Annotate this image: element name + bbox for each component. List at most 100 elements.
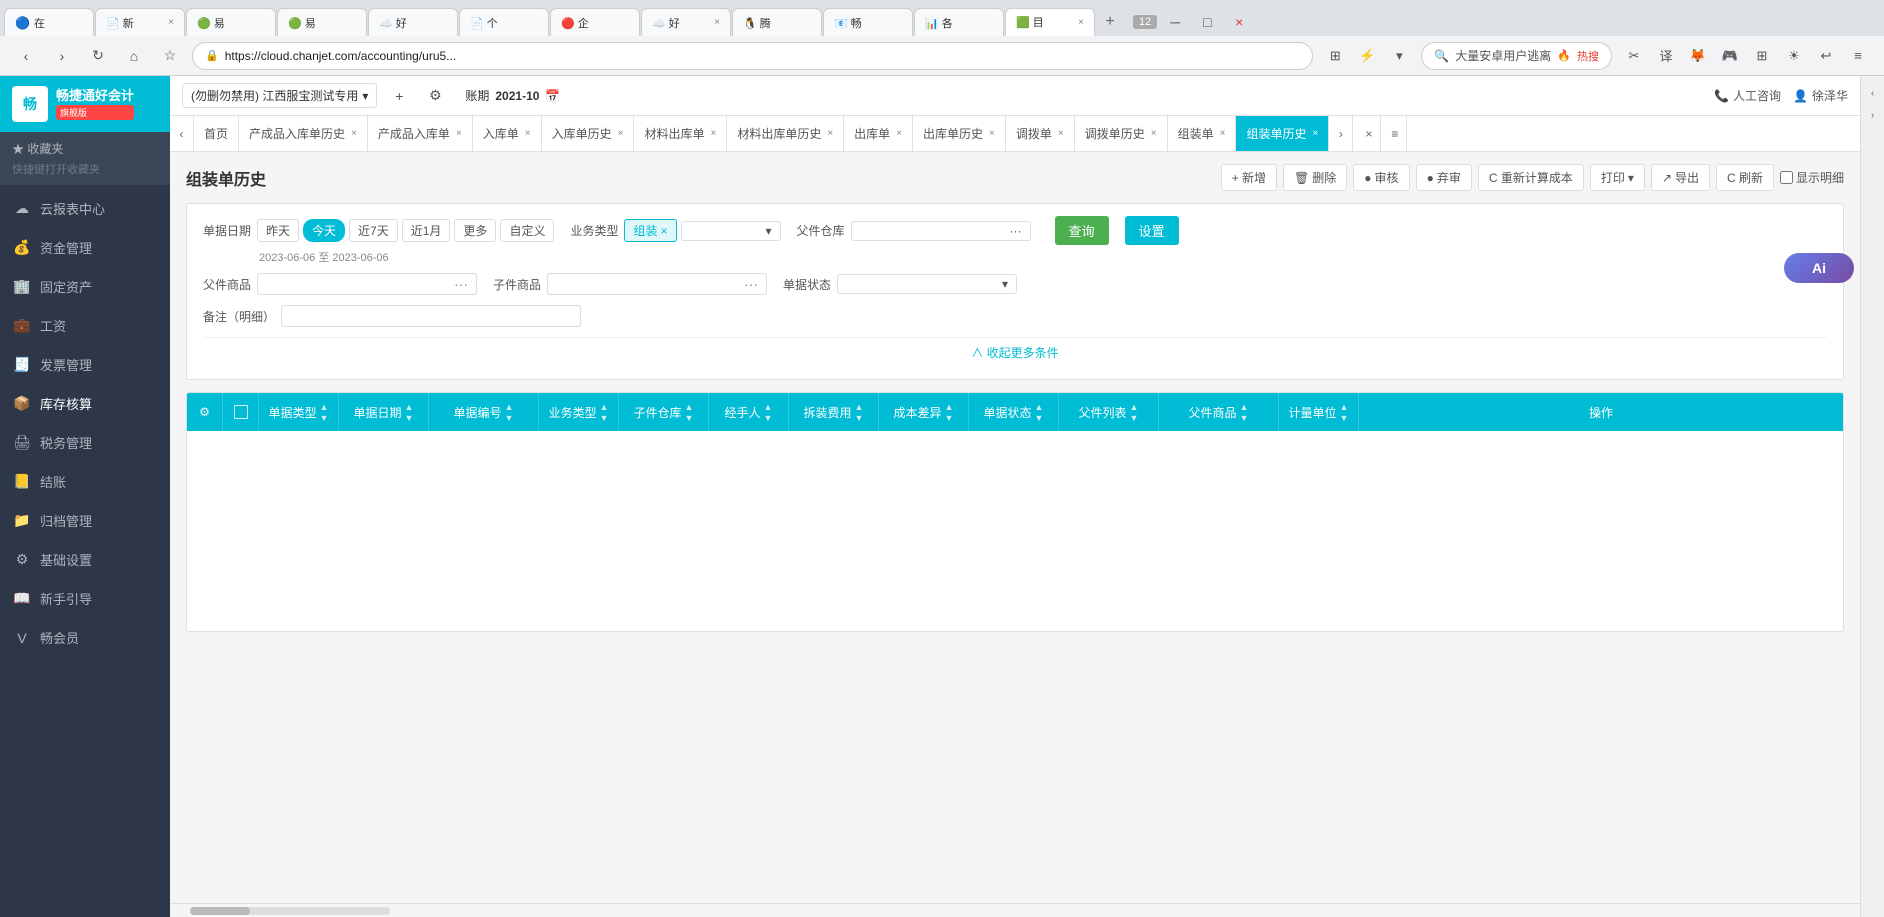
- search-box[interactable]: 🔍 大量安卓用户逃离 🔥 热搜: [1421, 42, 1612, 70]
- week-btn[interactable]: 近7天: [349, 219, 398, 242]
- mat-out-close[interactable]: ×: [710, 128, 716, 139]
- audit-button[interactable]: ● 审核: [1353, 164, 1409, 191]
- nav-tab-mat-out-hist[interactable]: 材料出库单历史 ×: [727, 116, 844, 152]
- emoji-icon[interactable]: 🦊: [1684, 42, 1712, 70]
- th-type[interactable]: 单据类型 ▲▼: [259, 393, 339, 431]
- apps-icon[interactable]: ⊞: [1748, 42, 1776, 70]
- nav-tab-out[interactable]: 出库单 ×: [844, 116, 913, 152]
- browser-tab-12[interactable]: 🟩 目 ×: [1005, 8, 1095, 36]
- browser-tab-10[interactable]: 📧 畅: [823, 8, 913, 36]
- nav-tab-in[interactable]: 入库单 ×: [473, 116, 542, 152]
- url-bar[interactable]: 🔒 https://cloud.chanjet.com/accounting/u…: [192, 42, 1313, 70]
- user-menu[interactable]: 👤 徐泽华: [1793, 87, 1848, 104]
- lightning-icon[interactable]: ⚡: [1353, 42, 1381, 70]
- browser-tab-7[interactable]: 🔴 企: [550, 8, 640, 36]
- prod-in-close[interactable]: ×: [456, 128, 462, 139]
- month-btn[interactable]: 近1月: [402, 219, 451, 242]
- nav-tab-assemble-hist[interactable]: 组装单历史 ×: [1236, 116, 1329, 152]
- sidebar-item-inventory[interactable]: 📦 库存核算: [0, 384, 170, 423]
- right-panel-btn-2[interactable]: ›: [1864, 106, 1882, 124]
- in-close[interactable]: ×: [525, 128, 531, 139]
- calendar-icon[interactable]: 📅: [545, 89, 560, 103]
- browser-tab-9[interactable]: 🐧 腾: [732, 8, 822, 36]
- nav-tab-mat-out[interactable]: 材料出库单 ×: [634, 116, 727, 152]
- tab-menu-btn[interactable]: ≡: [1383, 116, 1407, 152]
- minimize-btn[interactable]: ─: [1161, 8, 1189, 36]
- transfer-hist-close[interactable]: ×: [1151, 128, 1157, 139]
- transfer-close[interactable]: ×: [1058, 128, 1064, 139]
- right-panel-btn-1[interactable]: ‹: [1864, 84, 1882, 102]
- bookmark-button[interactable]: ☆: [156, 42, 184, 70]
- browser-tab-8[interactable]: ☁️ 好 ×: [641, 8, 731, 36]
- nav-tab-in-hist[interactable]: 入库单历史 ×: [542, 116, 635, 152]
- nav-tab-prod-in-hist[interactable]: 产成品入库单历史 ×: [239, 116, 368, 152]
- order-status-select[interactable]: ▾: [837, 274, 1017, 294]
- th-status[interactable]: 单据状态 ▲▼: [969, 393, 1059, 431]
- browser-tab-1[interactable]: 🔵 在: [4, 8, 94, 36]
- th-unit[interactable]: 计量单位 ▲▼: [1279, 393, 1359, 431]
- biz-type-select[interactable]: ▾: [681, 221, 781, 241]
- nav-tab-home[interactable]: 首页: [194, 116, 239, 152]
- biz-type-tag-close[interactable]: ×: [660, 224, 667, 238]
- game-icon[interactable]: 🎮: [1716, 42, 1744, 70]
- th-cost[interactable]: 成本差异 ▲▼: [879, 393, 969, 431]
- sidebar-item-reports[interactable]: ☁ 云报表中心: [0, 189, 170, 228]
- back-button[interactable]: ‹: [12, 42, 40, 70]
- th-dismantle[interactable]: 拆装费用 ▲▼: [789, 393, 879, 431]
- custom-btn[interactable]: 自定义: [500, 219, 554, 242]
- nav-tab-out-hist[interactable]: 出库单历史 ×: [913, 116, 1006, 152]
- export-button[interactable]: ↗ 导出: [1651, 164, 1710, 191]
- sidebar-item-guide[interactable]: 📖 新手引导: [0, 579, 170, 618]
- menu-icon[interactable]: ≡: [1844, 42, 1872, 70]
- new-button[interactable]: + 新增: [1221, 164, 1277, 191]
- undo-icon[interactable]: ↩: [1812, 42, 1840, 70]
- close-btn[interactable]: ×: [1225, 8, 1253, 36]
- mat-out-hist-close[interactable]: ×: [827, 128, 833, 139]
- close-tab-btn[interactable]: ×: [1357, 116, 1381, 152]
- collapse-bar[interactable]: ∧ 收起更多条件: [203, 337, 1827, 367]
- parent-warehouse-input[interactable]: ···: [851, 221, 1031, 241]
- grid-icon[interactable]: ⊞: [1321, 42, 1349, 70]
- sidebar-item-salary[interactable]: 💼 工资: [0, 306, 170, 345]
- refresh-button-page[interactable]: C 刷新: [1716, 164, 1774, 191]
- company-selector[interactable]: (勿删勿禁用) 江西服宝测试专用 ▾: [182, 83, 377, 108]
- abandon-button[interactable]: ● 弃审: [1416, 164, 1472, 191]
- home-button[interactable]: ⌂: [120, 42, 148, 70]
- sub-item-input[interactable]: ···: [547, 273, 767, 295]
- nav-tab-next[interactable]: ›: [1329, 116, 1353, 152]
- show-detail-checkbox[interactable]: [1780, 171, 1793, 184]
- th-date[interactable]: 单据日期 ▲▼: [339, 393, 429, 431]
- company-add-btn[interactable]: +: [385, 82, 413, 110]
- favorites-title[interactable]: ★ 收藏夹: [12, 140, 158, 157]
- browser-tab-11[interactable]: 📊 各: [914, 8, 1004, 36]
- browser-tab-3[interactable]: 🟢 易: [186, 8, 276, 36]
- assemble-close[interactable]: ×: [1220, 128, 1226, 139]
- sidebar-item-settings[interactable]: ⚙ 基础设置: [0, 540, 170, 579]
- maximize-btn[interactable]: □: [1193, 8, 1221, 36]
- sidebar-item-assets[interactable]: 🏢 固定资产: [0, 267, 170, 306]
- browser-tab-6[interactable]: 📄 个: [459, 8, 549, 36]
- scissors-icon[interactable]: ✂: [1620, 42, 1648, 70]
- sidebar-item-settle[interactable]: 📒 结账: [0, 462, 170, 501]
- remark-input[interactable]: [281, 305, 581, 327]
- dropdown-icon[interactable]: ▾: [1385, 42, 1413, 70]
- favorites-subtitle[interactable]: 快捷键打开收藏夹: [12, 161, 158, 177]
- ai-badge[interactable]: Ai: [1784, 253, 1854, 283]
- tab-count[interactable]: 12: [1133, 15, 1157, 29]
- print-button[interactable]: 打印 ▾: [1590, 164, 1645, 191]
- th-parent-item[interactable]: 父件商品 ▲▼: [1159, 393, 1279, 431]
- th-parent-list[interactable]: 父件列表 ▲▼: [1059, 393, 1159, 431]
- new-tab-button[interactable]: +: [1096, 8, 1124, 36]
- sidebar-item-invoice[interactable]: 🧾 发票管理: [0, 345, 170, 384]
- translate-icon[interactable]: 译: [1652, 42, 1680, 70]
- prod-in-hist-close[interactable]: ×: [351, 128, 357, 139]
- browser-tab-2[interactable]: 📄 新 ×: [95, 8, 185, 36]
- in-hist-close[interactable]: ×: [618, 128, 624, 139]
- th-warehouse[interactable]: 子件仓库 ▲▼: [619, 393, 709, 431]
- sidebar-item-member[interactable]: V 畅会员: [0, 618, 170, 657]
- recalculate-button[interactable]: C 重新计算成本: [1478, 164, 1584, 191]
- yesterday-btn[interactable]: 昨天: [257, 219, 299, 242]
- show-detail-checkbox-area[interactable]: 显示明细: [1780, 169, 1844, 186]
- th-biztype[interactable]: 业务类型 ▲▼: [539, 393, 619, 431]
- nav-tab-transfer-hist[interactable]: 调拨单历史 ×: [1075, 116, 1168, 152]
